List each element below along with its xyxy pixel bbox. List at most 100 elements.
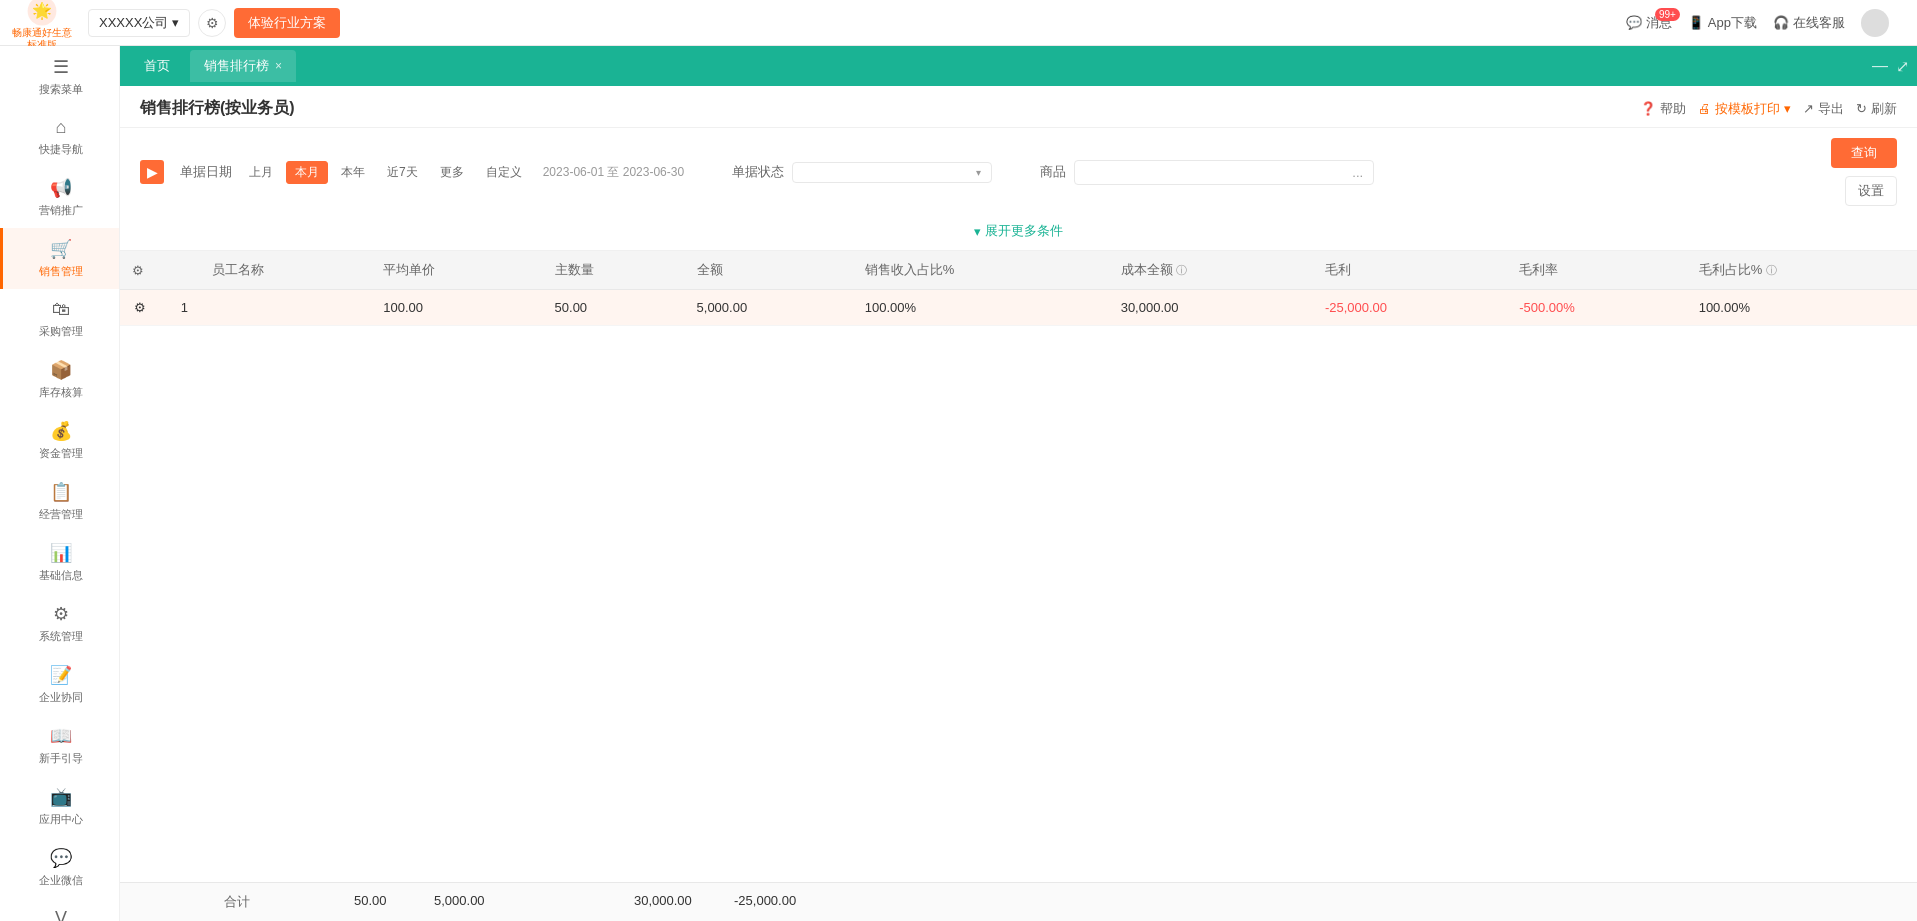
sidebar-icon-purchase: 🛍 [52,299,70,320]
logo: 🌟 畅康通好生意 标准版 [12,0,72,51]
row-name-0 [200,290,371,326]
tab-close-icon[interactable]: × [275,59,282,73]
footer-sales-pct [502,893,622,911]
export-icon: ↗ [1803,101,1814,116]
footer-total-label: 合计 [212,893,262,911]
footer-gross: -25,000.00 [722,893,822,911]
page-title: 销售排行榜(按业务员) [140,98,295,119]
tab-minimize-button[interactable]: — [1872,57,1888,75]
footer-amount: 5,000.00 [422,893,502,911]
sidebar-label-collab: 企业协同 [39,690,83,705]
trial-button[interactable]: 体验行业方案 [234,8,340,38]
sidebar-label-system: 系统管理 [39,629,83,644]
sidebar-item-finance[interactable]: 💰 资金管理 [0,410,119,471]
app-download-button[interactable]: 📱 App下载 [1688,14,1757,32]
online-service-button[interactable]: 🎧 在线客服 [1773,14,1845,32]
col-header-avg-price: 平均单价 [371,251,542,290]
footer-avg-price [262,893,342,911]
refresh-label: 刷新 [1871,100,1897,118]
col-header-gross-rate: 毛利率 [1507,251,1687,290]
sidebar-item-search[interactable]: ☰搜索菜单 [0,46,119,107]
print-label: 按模板打印 [1715,100,1780,118]
tab-expand-button[interactable]: ⤢ [1896,57,1909,76]
settings-button[interactable]: ⚙ [198,9,226,37]
date-tab-last-month[interactable]: 上月 [240,161,282,184]
sidebar-item-guide[interactable]: 📖 新手引导 [0,715,119,776]
data-table: ⚙ 员工名称 平均单价 主数量 全额 销售收入占比% 成本全额 ⓘ 毛利 毛利率… [120,251,1917,326]
col-header-main-qty: 主数量 [543,251,685,290]
tab-bar: 首页 销售排行榜 × — ⤢ [120,46,1917,86]
sidebar-item-purchase[interactable]: 🛍采购管理 [0,289,119,349]
status-filter: 单据状态 ▾ [732,162,992,183]
query-button[interactable]: 查询 [1831,138,1897,168]
expand-more-button[interactable]: ▾ 展开更多条件 [974,222,1063,240]
tab-home[interactable]: 首页 [128,46,186,86]
col-header-gross: 毛利 [1313,251,1507,290]
footer-main-qty: 50.00 [342,893,422,911]
sidebar-icon-finance: 💰 [50,420,72,442]
col-header-cost-amount: 成本全额 ⓘ [1109,251,1313,290]
date-tab-custom[interactable]: 自定义 [477,161,531,184]
sidebar-item-system[interactable]: ⚙ 系统管理 [0,593,119,654]
sidebar-label-guide: 新手引导 [39,751,83,766]
sidebar-item-wechat[interactable]: 💬企业微信 [0,837,119,898]
sidebar-item-apps[interactable]: 📺应用中心 [0,776,119,837]
goods-filter: 商品 ... [1040,160,1374,185]
date-tab-more[interactable]: 更多 [431,161,473,184]
sidebar-icon-business: 📋 [50,481,72,503]
sidebar-icon-member: V [55,908,67,921]
goods-input[interactable]: ... [1074,160,1374,185]
date-tabs: 上月 本月 本年 近7天 更多 自定义 [240,161,531,184]
footer-gross-pct [922,893,1022,911]
row-gear-0[interactable]: ⚙ [120,290,160,326]
refresh-button[interactable]: ↻ 刷新 [1856,100,1897,118]
filter-collapse-btn[interactable]: ▶ [140,160,164,184]
sidebar-icon-apps: 📺 [50,786,72,808]
col-header-amount: 全额 [685,251,853,290]
tab-sales-ranking[interactable]: 销售排行榜 × [190,50,296,82]
sidebar-item-sales[interactable]: 🛒销售管理 [0,228,119,289]
gross-pct-info-icon[interactable]: ⓘ [1766,264,1777,276]
col-header-gear[interactable]: ⚙ [120,251,160,290]
row-avg-price-0: 100.00 [371,290,542,326]
sidebar-icon-nav: ⌂ [56,117,67,138]
sidebar-icon-system: ⚙ [53,603,69,625]
print-dropdown-icon: ▾ [1784,101,1791,116]
date-tab-this-year[interactable]: 本年 [332,161,374,184]
cost-info-icon[interactable]: ⓘ [1176,264,1187,276]
phone-icon: 📱 [1688,15,1704,30]
message-button[interactable]: 💬 消息 99+ [1626,14,1672,32]
status-label: 单据状态 [732,163,784,181]
sidebar-item-business[interactable]: 📋经营管理 [0,471,119,532]
export-button[interactable]: ↗ 导出 [1803,100,1844,118]
help-icon: ❓ [1640,101,1656,116]
sidebar-label-finance: 资金管理 [39,446,83,461]
footer-cost-amount: 30,000.00 [622,893,722,911]
logo-main-text: 畅康通好生意 [12,27,72,39]
sidebar-label-basic: 基础信息 [39,568,83,583]
date-tab-7days[interactable]: 近7天 [378,161,427,184]
sidebar-icon-sales: 🛒 [50,238,72,260]
headset-icon: 🎧 [1773,15,1789,30]
sidebar-item-collab[interactable]: 📝企业协同 [0,654,119,715]
sidebar-item-nav[interactable]: ⌂快捷导航 [0,107,119,167]
sidebar-item-stock[interactable]: 📦库存核算 [0,349,119,410]
user-avatar[interactable] [1861,9,1889,37]
message-icon: 💬 [1626,15,1642,30]
print-button[interactable]: 🖨 按模板打印 ▾ [1698,100,1791,118]
svg-text:🌟: 🌟 [32,0,52,19]
company-selector[interactable]: XXXXX公司 ▾ [88,9,190,37]
sidebar-icon-stock: 📦 [50,359,72,381]
sidebar-item-basic[interactable]: 📊 基础信息 [0,532,119,593]
sidebar-icon-guide: 📖 [50,725,72,747]
sidebar-item-member[interactable]: V畅会员 [0,898,119,921]
row-gross-0: -25,000.00 [1313,290,1507,326]
filter-setting-button[interactable]: 设置 [1845,176,1897,206]
date-tab-this-month[interactable]: 本月 [286,161,328,184]
goods-more-icon[interactable]: ... [1352,165,1363,180]
help-button[interactable]: ❓ 帮助 [1640,100,1686,118]
status-select[interactable]: ▾ [792,162,992,183]
row-main-qty-0: 50.00 [543,290,685,326]
sidebar-item-marketing[interactable]: 📢营销推广 [0,167,119,228]
sidebar-icon-basic: 📊 [50,542,72,564]
